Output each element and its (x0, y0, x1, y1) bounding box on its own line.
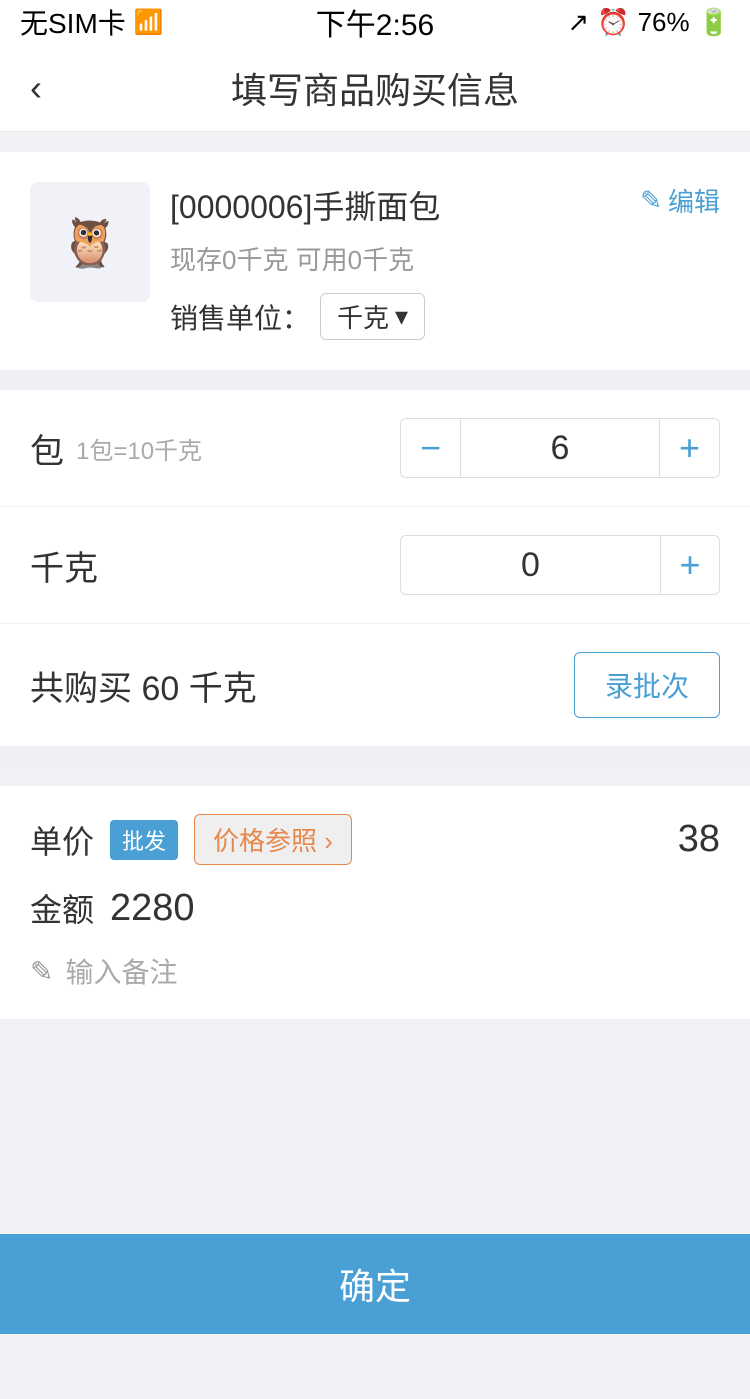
qianke-stepper: + (400, 535, 720, 595)
status-right: ↗ ⏰ 76% 🔋 (567, 7, 730, 38)
amount-label: 金额 (30, 885, 94, 931)
price-value: 38 (678, 818, 720, 861)
bao-minus-button[interactable]: − (400, 418, 460, 478)
price-label: 单价 (30, 817, 94, 863)
bao-section: 包 1包=10千克 − + 千克 + 共购买 60 千克 录批次 (0, 390, 750, 746)
bao-stepper: − + (400, 418, 720, 478)
qianke-label: 千克 (30, 541, 98, 590)
unit-label: 销售单位： (170, 297, 310, 337)
amount-row: 金额 2280 (30, 885, 720, 931)
divider-1 (0, 370, 750, 390)
qianke-input[interactable] (400, 535, 660, 595)
pencil-icon: ✎ (30, 955, 53, 988)
page-title: 填写商品购买信息 (231, 62, 519, 114)
carrier-text: 无SIM卡 (20, 2, 126, 42)
edit-button[interactable]: ✎ 编辑 (640, 182, 720, 219)
nav-bar: ‹ 填写商品购买信息 (0, 44, 750, 132)
product-info: [0000006]手撕面包 现存0千克 可用0千克 销售单位： 千克 ▾ (170, 182, 720, 340)
batch-button[interactable]: 录批次 (574, 652, 720, 718)
edit-icon: ✎ (640, 185, 662, 216)
remark-placeholder: 输入备注 (65, 951, 177, 991)
product-image: 🦉 (30, 182, 150, 302)
confirm-bar[interactable]: 确定 (0, 1234, 750, 1334)
status-bar: 无SIM卡 📶 下午2:56 ↗ ⏰ 76% 🔋 (0, 0, 750, 44)
status-carrier: 无SIM卡 📶 (20, 2, 164, 42)
alarm-icon: ⏰ (597, 7, 629, 38)
amount-value: 2280 (110, 887, 195, 930)
product-name: [0000006]手撕面包 (170, 182, 720, 228)
unit-dropdown-icon: ▾ (395, 301, 408, 332)
wifi-icon: 📶 (134, 8, 164, 37)
summary-text: 共购买 60 千克 (30, 661, 257, 710)
bao-label: 包 (30, 424, 64, 473)
bottom-area (0, 1019, 750, 1399)
unit-value: 千克 (337, 298, 389, 335)
battery-text: 76% (638, 7, 690, 38)
price-ref-button[interactable]: 价格参照 › (194, 814, 352, 865)
bao-row: 包 1包=10千克 − + (0, 390, 750, 507)
product-card: 🦉 [0000006]手撕面包 现存0千克 可用0千克 销售单位： 千克 ▾ ✎… (0, 152, 750, 370)
battery-icon: 🔋 (698, 7, 730, 38)
remark-row[interactable]: ✎ 输入备注 (30, 951, 720, 991)
bao-label-group: 包 1包=10千克 (30, 424, 202, 473)
summary-row: 共购买 60 千克 录批次 (0, 624, 750, 746)
bao-plus-button[interactable]: + (660, 418, 720, 478)
price-section: 单价 批发 价格参照 › 38 金额 2280 ✎ 输入备注 (0, 786, 750, 1019)
product-unit-row: 销售单位： 千克 ▾ (170, 293, 720, 340)
edit-label: 编辑 (668, 182, 720, 219)
product-stock: 现存0千克 可用0千克 (170, 240, 720, 277)
confirm-button[interactable]: 确定 (339, 1258, 411, 1310)
bao-input[interactable] (460, 418, 660, 478)
bao-hint: 1包=10千克 (76, 431, 202, 466)
price-row: 单价 批发 价格参照 › 38 (30, 814, 720, 865)
divider-2 (0, 746, 750, 766)
price-badge: 批发 (110, 820, 178, 860)
status-time: 下午2:56 (316, 0, 434, 44)
location-icon: ↗ (567, 7, 589, 38)
product-logo: 🦉 (60, 214, 120, 271)
qianke-label-group: 千克 (30, 541, 98, 590)
back-button[interactable]: ‹ (30, 67, 42, 109)
price-left: 单价 批发 价格参照 › (30, 814, 352, 865)
unit-select[interactable]: 千克 ▾ (320, 293, 425, 340)
qianke-row: 千克 + (0, 507, 750, 624)
qianke-plus-button[interactable]: + (660, 535, 720, 595)
